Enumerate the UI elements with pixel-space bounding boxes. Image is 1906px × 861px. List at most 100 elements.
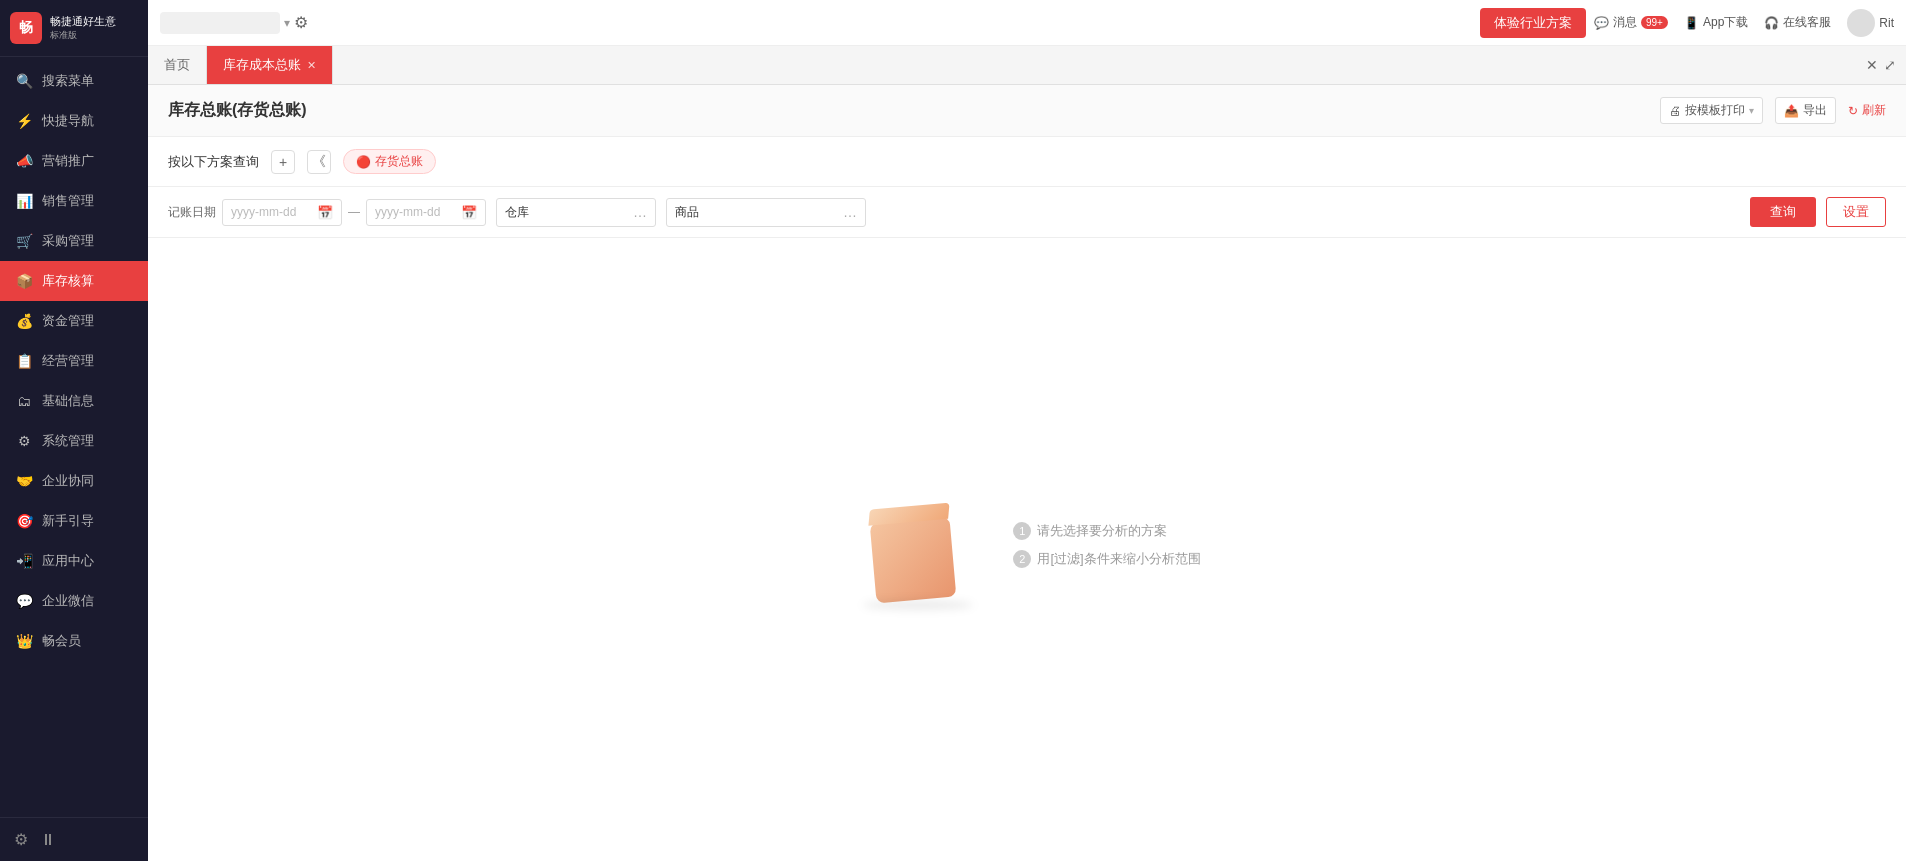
filter-add-button[interactable]: + (271, 150, 295, 174)
page-header: 库存总账(存货总账) 🖨 按模板打印 ▾ 📤 导出 ↻ 刷新 (148, 85, 1906, 137)
logo-icon: 畅 (10, 12, 42, 44)
gear-icon: ⚙ (14, 431, 34, 451)
warehouse-more-icon[interactable]: … (633, 204, 647, 220)
sidebar-item-finance[interactable]: 💰 资金管理 (0, 301, 148, 341)
empty-step1-text: 请先选择要分析的方案 (1037, 522, 1167, 540)
sidebar-item-operation[interactable]: 📋 经营管理 (0, 341, 148, 381)
sidebar-item-member[interactable]: 👑 畅会员 (0, 621, 148, 661)
sidebar-item-search-label: 搜索菜单 (42, 72, 94, 90)
folder-icon: 🗂 (14, 391, 34, 411)
megaphone-icon: 📣 (14, 151, 34, 171)
sidebar-item-system-label: 系统管理 (42, 432, 94, 450)
crown-icon: 👑 (14, 631, 34, 651)
export-button[interactable]: 📤 导出 (1775, 97, 1836, 124)
sidebar-item-wechat[interactable]: 💬 企业微信 (0, 581, 148, 621)
topbar-right: 💬 消息 99+ 📱 App下载 🎧 在线客服 Rit (1594, 9, 1894, 37)
tab-home-label: 首页 (164, 57, 190, 72)
sidebar-item-quick-nav[interactable]: ⚡ 快捷导航 (0, 101, 148, 141)
chat-icon: 💬 (14, 591, 34, 611)
box-icon: 📦 (14, 271, 34, 291)
sidebar-item-operation-label: 经营管理 (42, 352, 94, 370)
app-name-block: 畅捷通好生意 标准版 (50, 14, 116, 42)
sidebar-item-sales-label: 销售管理 (42, 192, 94, 210)
goods-field[interactable]: 商品 … (666, 198, 866, 227)
cart-icon: 🛒 (14, 231, 34, 251)
sidebar-item-inventory-label: 库存核算 (42, 272, 94, 290)
sidebar-item-guide[interactable]: 🎯 新手引导 (0, 501, 148, 541)
print-button[interactable]: 🖨 按模板打印 ▾ (1660, 97, 1763, 124)
headset-icon: 🎧 (1764, 16, 1779, 30)
refresh-icon: ↻ (1848, 104, 1858, 118)
topbar: ▾ ⚙ 体验行业方案 💬 消息 99+ 📱 App下载 🎧 在线客服 Rit (148, 0, 1906, 46)
tab-close-icon[interactable]: ✕ (307, 59, 316, 72)
date-end-input[interactable]: yyyy-mm-dd 📅 (366, 199, 486, 226)
money-icon: 💰 (14, 311, 34, 331)
date-start-input[interactable]: yyyy-mm-dd 📅 (222, 199, 342, 226)
online-service-label: 在线客服 (1783, 14, 1831, 31)
sidebar-item-marketing[interactable]: 📣 营销推广 (0, 141, 148, 181)
sidebar-item-basic[interactable]: 🗂 基础信息 (0, 381, 148, 421)
messages-button[interactable]: 💬 消息 99+ (1594, 14, 1668, 31)
warehouse-field[interactable]: 仓库 … (496, 198, 656, 227)
sidebar-item-apps[interactable]: 📲 应用中心 (0, 541, 148, 581)
sidebar-item-purchase-label: 采购管理 (42, 232, 94, 250)
main-area: ▾ ⚙ 体验行业方案 💬 消息 99+ 📱 App下载 🎧 在线客服 Rit (148, 0, 1906, 861)
topbar-settings-icon[interactable]: ⚙ (294, 13, 308, 32)
filter-bar: 按以下方案查询 + 《 🔴 存货总账 (148, 137, 1906, 187)
empty-box-graphic (870, 516, 957, 603)
export-icon: 📤 (1784, 104, 1799, 118)
sidebar-item-apps-label: 应用中心 (42, 552, 94, 570)
sidebar-item-basic-label: 基础信息 (42, 392, 94, 410)
message-icon: 💬 (1594, 16, 1609, 30)
empty-illustration (853, 490, 973, 610)
app-download-label: App下载 (1703, 14, 1748, 31)
refresh-button[interactable]: ↻ 刷新 (1848, 102, 1886, 119)
sidebar-item-wechat-label: 企业微信 (42, 592, 94, 610)
page-area: 库存总账(存货总账) 🖨 按模板打印 ▾ 📤 导出 ↻ 刷新 按以下方案查询 (148, 85, 1906, 861)
sidebar-item-sales[interactable]: 📊 销售管理 (0, 181, 148, 221)
sidebar-footer: ⚙ ⏸ (0, 817, 148, 861)
breadcrumb-input[interactable] (160, 12, 280, 34)
panel-resize-icon[interactable]: ⤢ (1884, 57, 1896, 73)
settings-button[interactable]: 设置 (1826, 197, 1886, 227)
collapse-footer-icon[interactable]: ⏸ (40, 831, 56, 849)
calendar-end-icon[interactable]: 📅 (461, 205, 477, 220)
scheme-icon: 🔴 (356, 155, 371, 169)
app-download-button[interactable]: 📱 App下载 (1684, 14, 1748, 31)
empty-step2-text: 用[过滤]条件来缩小分析范围 (1037, 550, 1200, 568)
filter-scheme[interactable]: 🔴 存货总账 (343, 149, 436, 174)
chevron-down-icon: ▾ (284, 16, 290, 30)
industry-solution-button[interactable]: 体验行业方案 (1480, 8, 1586, 38)
tab-inventory-ledger[interactable]: 库存成本总账 ✕ (207, 46, 333, 84)
panel-maximize-icon[interactable]: ✕ (1866, 57, 1878, 73)
query-button[interactable]: 查询 (1750, 197, 1816, 227)
warehouse-label: 仓库 (505, 204, 529, 221)
sidebar-item-corp[interactable]: 🤝 企业协同 (0, 461, 148, 501)
app-version: 标准版 (50, 29, 116, 42)
goods-more-icon[interactable]: … (843, 204, 857, 220)
clipboard-icon: 📋 (14, 351, 34, 371)
empty-shadow (863, 600, 973, 610)
tab-home[interactable]: 首页 (148, 46, 207, 84)
date-separator: — (348, 205, 360, 219)
sidebar-nav: 🔍 搜索菜单 ⚡ 快捷导航 📣 营销推广 📊 销售管理 🛒 采购管理 📦 库存核… (0, 57, 148, 817)
settings-footer-icon[interactable]: ⚙ (14, 830, 28, 849)
sidebar-item-purchase[interactable]: 🛒 采购管理 (0, 221, 148, 261)
sidebar-item-guide-label: 新手引导 (42, 512, 94, 530)
handshake-icon: 🤝 (14, 471, 34, 491)
sidebar-item-system[interactable]: ⚙ 系统管理 (0, 421, 148, 461)
sidebar-item-marketing-label: 营销推广 (42, 152, 94, 170)
calendar-start-icon[interactable]: 📅 (317, 205, 333, 220)
filter-collapse-button[interactable]: 《 (307, 150, 331, 174)
mobile-icon: 📲 (14, 551, 34, 571)
scheme-tag[interactable]: 🔴 存货总账 (343, 149, 436, 174)
user-profile[interactable]: Rit (1847, 9, 1894, 37)
sidebar-item-inventory[interactable]: 📦 库存核算 (0, 261, 148, 301)
sidebar-item-search[interactable]: 🔍 搜索菜单 (0, 61, 148, 101)
step2-number: 2 (1013, 550, 1031, 568)
online-service-button[interactable]: 🎧 在线客服 (1764, 14, 1831, 31)
sidebar-item-quick-nav-label: 快捷导航 (42, 112, 94, 130)
user-avatar (1847, 9, 1875, 37)
scheme-label: 存货总账 (375, 153, 423, 170)
page-title: 库存总账(存货总账) (168, 100, 307, 121)
